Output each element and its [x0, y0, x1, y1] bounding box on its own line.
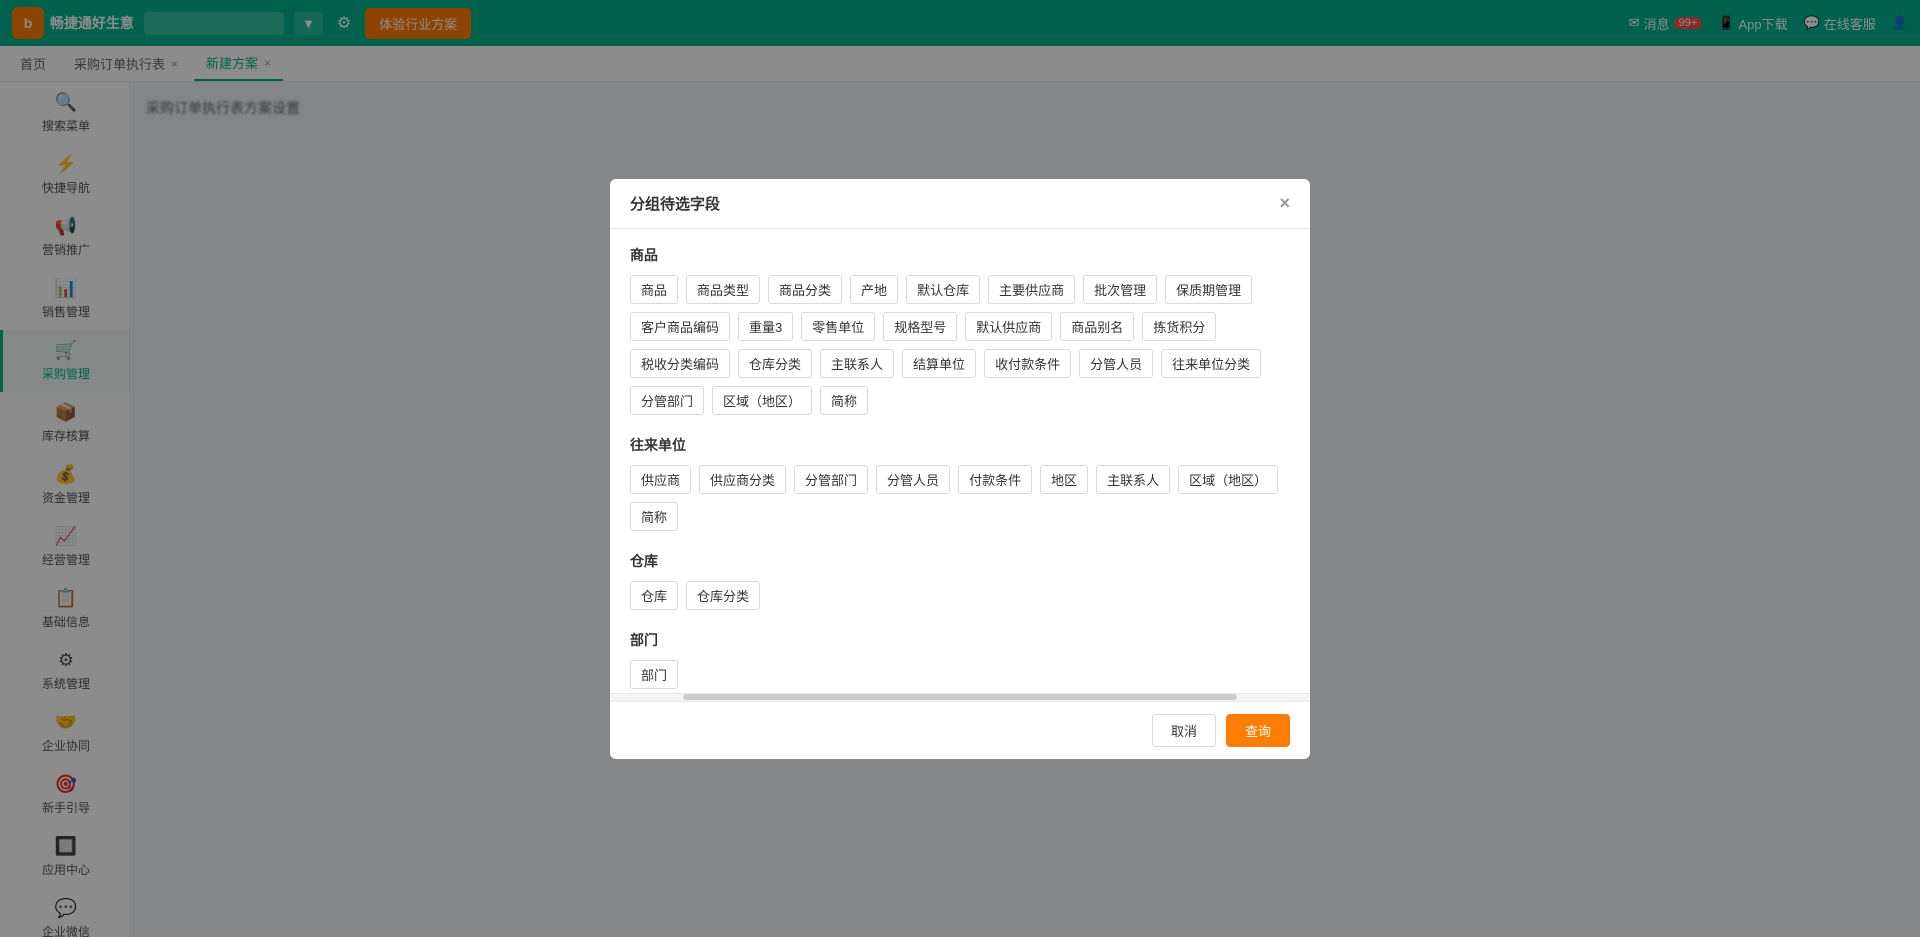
field-tag-product-category[interactable]: 商品分类 [768, 275, 842, 304]
field-tag-expiry-mgmt[interactable]: 保质期管理 [1165, 275, 1252, 304]
field-tag-partner-supervisor[interactable]: 分管人员 [876, 465, 950, 494]
field-tag-spec-model[interactable]: 规格型号 [883, 312, 957, 341]
field-tag-partner-payment[interactable]: 付款条件 [958, 465, 1032, 494]
modal-horizontal-scrollbar[interactable] [610, 693, 1310, 701]
field-group-partner-title: 往来单位 [630, 435, 1290, 455]
field-group-department-title: 部门 [630, 630, 1290, 650]
field-group-product: 商品 商品 商品类型 商品分类 产地 默认仓库 主要供应商 批次管理 保质期管理… [630, 245, 1290, 415]
field-tag-partner-abbr[interactable]: 简称 [630, 502, 678, 531]
field-tags-partner: 供应商 供应商分类 分管部门 分管人员 付款条件 地区 主联系人 区域（地区） … [630, 465, 1290, 531]
modal: 分组待选字段 × 商品 商品 商品类型 商品分类 产地 默认仓库 主要供应商 批… [610, 179, 1310, 759]
field-tag-region[interactable]: 区域（地区） [712, 386, 812, 415]
field-tag-department[interactable]: 部门 [630, 660, 678, 689]
field-group-partner: 往来单位 供应商 供应商分类 分管部门 分管人员 付款条件 地区 主联系人 区域… [630, 435, 1290, 531]
field-tag-product[interactable]: 商品 [630, 275, 678, 304]
field-group-warehouse: 仓库 仓库 仓库分类 [630, 551, 1290, 610]
field-tag-default-warehouse[interactable]: 默认仓库 [906, 275, 980, 304]
field-tag-supplier[interactable]: 供应商 [630, 465, 691, 494]
modal-title: 分组待选字段 [630, 193, 720, 214]
field-tags-product: 商品 商品类型 商品分类 产地 默认仓库 主要供应商 批次管理 保质期管理 客户… [630, 275, 1290, 415]
field-tag-payment-terms[interactable]: 收付款条件 [984, 349, 1071, 378]
field-tag-supplier-category[interactable]: 供应商分类 [699, 465, 786, 494]
field-group-product-title: 商品 [630, 245, 1290, 265]
field-tag-partner-district[interactable]: 区域（地区） [1178, 465, 1278, 494]
field-tag-origin[interactable]: 产地 [850, 275, 898, 304]
modal-close-button[interactable]: × [1279, 193, 1290, 214]
field-tag-wh-category[interactable]: 仓库分类 [686, 581, 760, 610]
field-tag-warehouse[interactable]: 仓库 [630, 581, 678, 610]
field-tag-dept[interactable]: 分管部门 [630, 386, 704, 415]
field-tags-warehouse: 仓库 仓库分类 [630, 581, 1290, 610]
field-group-warehouse-title: 仓库 [630, 551, 1290, 571]
modal-body: 商品 商品 商品类型 商品分类 产地 默认仓库 主要供应商 批次管理 保质期管理… [610, 229, 1310, 693]
field-tag-warehouse-category[interactable]: 仓库分类 [738, 349, 812, 378]
field-tag-retail-unit[interactable]: 零售单位 [801, 312, 875, 341]
hscroll-thumb [683, 694, 1237, 700]
cancel-button[interactable]: 取消 [1152, 714, 1216, 747]
field-tag-supervisor[interactable]: 分管人员 [1079, 349, 1153, 378]
field-tag-customer-code[interactable]: 客户商品编码 [630, 312, 730, 341]
field-tag-partner-dept[interactable]: 分管部门 [794, 465, 868, 494]
field-tag-weight[interactable]: 重量3 [738, 312, 793, 341]
field-tag-partner-region[interactable]: 地区 [1040, 465, 1088, 494]
confirm-button[interactable]: 查询 [1226, 714, 1290, 747]
field-group-department: 部门 部门 [630, 630, 1290, 689]
field-tag-partner-category[interactable]: 往来单位分类 [1161, 349, 1261, 378]
field-tag-main-contact[interactable]: 主联系人 [820, 349, 894, 378]
field-tags-department: 部门 [630, 660, 1290, 689]
modal-overlay: 分组待选字段 × 商品 商品 商品类型 商品分类 产地 默认仓库 主要供应商 批… [0, 0, 1920, 937]
field-tag-abbr[interactable]: 简称 [820, 386, 868, 415]
field-tag-batch-mgmt[interactable]: 批次管理 [1083, 275, 1157, 304]
field-tag-default-supplier[interactable]: 默认供应商 [965, 312, 1052, 341]
field-tag-product-alias[interactable]: 商品别名 [1060, 312, 1134, 341]
field-tag-pick-points[interactable]: 拣货积分 [1142, 312, 1216, 341]
field-tag-settlement-unit[interactable]: 结算单位 [902, 349, 976, 378]
field-tag-partner-contact[interactable]: 主联系人 [1096, 465, 1170, 494]
field-tag-tax-code[interactable]: 税收分类编码 [630, 349, 730, 378]
field-tag-main-supplier[interactable]: 主要供应商 [988, 275, 1075, 304]
modal-header: 分组待选字段 × [610, 179, 1310, 229]
modal-footer: 取消 查询 [610, 701, 1310, 759]
field-tag-product-type[interactable]: 商品类型 [686, 275, 760, 304]
